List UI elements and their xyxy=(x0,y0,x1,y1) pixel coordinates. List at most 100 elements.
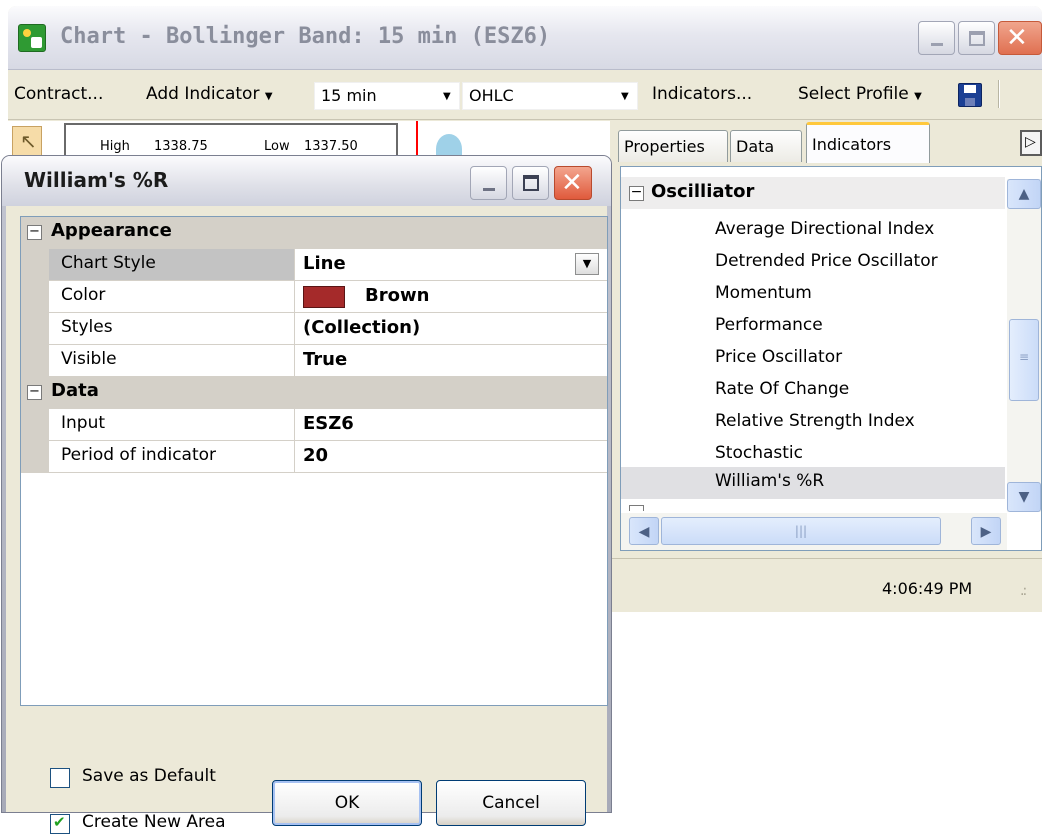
property-value[interactable]: 20 xyxy=(295,441,607,473)
tree-item-label: William's %R xyxy=(715,471,825,491)
grip-icon: ≡ xyxy=(1019,350,1030,364)
row-gutter xyxy=(21,441,49,473)
create-new-area-checkbox[interactable] xyxy=(50,813,70,834)
select-profile-label: Select Profile xyxy=(798,84,909,104)
color-swatch xyxy=(303,286,345,308)
tree-item[interactable]: Average Directional Index xyxy=(715,219,934,239)
tree-item[interactable]: Relative Strength Index xyxy=(715,411,915,431)
toolbar-separator xyxy=(998,80,1000,108)
dialog-body: − Appearance Chart Style Line ▼ Color Br… xyxy=(6,206,608,834)
save-as-default-checkbox[interactable] xyxy=(50,768,70,788)
collapse-icon[interactable]: − xyxy=(27,225,42,240)
tree-item[interactable]: Momentum xyxy=(715,283,812,303)
minimize-button[interactable] xyxy=(918,21,955,55)
add-indicator-button[interactable]: Add Indicator ▼ xyxy=(146,84,273,104)
close-button[interactable]: ✕ xyxy=(998,21,1042,55)
contract-button[interactable]: Contract... xyxy=(14,84,103,104)
tree-item-selected[interactable]: William's %R xyxy=(621,467,1005,499)
minimize-button[interactable] xyxy=(470,166,507,200)
play-icon: ▷ xyxy=(1025,134,1036,150)
chart-type-select[interactable]: OHLC ▼ xyxy=(462,82,638,110)
horizontal-scrollbar[interactable]: ◀ ||| ▶ xyxy=(621,513,1007,550)
ok-button[interactable]: OK xyxy=(272,780,422,826)
tab-data[interactable]: Data xyxy=(730,130,802,162)
scroll-left-button[interactable]: ◀ xyxy=(629,517,659,545)
interval-value: 15 min xyxy=(321,86,377,105)
tree-item[interactable]: Price Oscillator xyxy=(715,347,842,367)
property-name: Visible xyxy=(49,345,295,377)
category-label: Data xyxy=(51,380,99,401)
property-row-period[interactable]: Period of indicator 20 xyxy=(21,441,607,473)
low-label: Low xyxy=(264,139,290,154)
maximize-button[interactable] xyxy=(958,21,995,55)
tree-category-label: Oscilliator xyxy=(651,181,755,202)
chart-type-value: OHLC xyxy=(469,86,514,105)
cancel-button[interactable]: Cancel xyxy=(436,780,586,826)
property-value[interactable]: (Collection) xyxy=(295,313,607,345)
category-label: Appearance xyxy=(51,220,172,241)
property-row-styles[interactable]: Styles (Collection) xyxy=(21,313,607,345)
tree-item[interactable]: Performance xyxy=(715,315,823,335)
property-row-visible[interactable]: Visible True xyxy=(21,345,607,377)
status-bar: 4:06:49 PM .: xyxy=(610,558,1042,612)
save-as-default-label[interactable]: Save as Default xyxy=(82,766,216,786)
high-value: 1338.75 xyxy=(154,139,208,154)
tab-indicators[interactable]: Indicators xyxy=(806,122,930,163)
dropdown-arrow-icon: ▼ xyxy=(621,91,629,102)
tree-category[interactable]: − Oscilliator xyxy=(621,177,1005,209)
window-titlebar[interactable]: Chart - Bollinger Band: 15 min (ESZ6) ✕ xyxy=(8,6,1042,70)
minimize-icon xyxy=(483,188,495,191)
close-button[interactable]: ✕ xyxy=(554,166,592,200)
property-value: Line xyxy=(303,253,346,274)
indicator-tree: − Oscilliator Average Directional Index … xyxy=(620,166,1042,551)
toolbar: Contract... Add Indicator ▼ 15 min ▼ OHL… xyxy=(8,70,1042,120)
dropdown-arrow-icon: ▼ xyxy=(914,91,922,102)
property-name: Input xyxy=(49,409,295,441)
collapse-icon[interactable]: − xyxy=(629,185,644,201)
panel-tabs: Properties Data Indicators xyxy=(610,122,1042,164)
create-new-area-label[interactable]: Create New Area xyxy=(82,812,226,832)
property-row-color[interactable]: Color Brown xyxy=(21,281,607,313)
category-data[interactable]: − Data xyxy=(21,377,607,409)
tree-item[interactable]: Detrended Price Oscillator xyxy=(715,251,938,271)
scroll-thumb[interactable]: ||| xyxy=(661,517,941,545)
dropdown-arrow-icon: ▼ xyxy=(443,91,451,102)
collapse-icon[interactable] xyxy=(629,505,644,511)
property-name: Chart Style xyxy=(49,249,295,281)
category-appearance[interactable]: − Appearance xyxy=(21,217,607,249)
low-value: 1337.50 xyxy=(304,139,358,154)
resize-grip-icon[interactable]: .: xyxy=(1020,583,1027,599)
row-gutter xyxy=(21,313,49,345)
vertical-scrollbar[interactable]: ▲ ≡ ▼ xyxy=(1007,179,1041,512)
row-gutter xyxy=(21,281,49,313)
scroll-right-button[interactable]: ▶ xyxy=(971,517,1001,545)
tab-properties[interactable]: Properties xyxy=(618,130,728,162)
indicators-button[interactable]: Indicators... xyxy=(652,84,752,104)
maximize-icon xyxy=(523,175,539,191)
scroll-up-button[interactable]: ▲ xyxy=(1007,179,1041,209)
maximize-button[interactable] xyxy=(512,166,549,200)
property-value-chart-style[interactable]: Line ▼ xyxy=(295,249,607,281)
property-value-color[interactable]: Brown xyxy=(295,281,607,313)
property-value: Brown xyxy=(365,285,430,306)
dialog-title: William's %R xyxy=(24,168,169,192)
scroll-thumb[interactable]: ≡ xyxy=(1009,319,1039,401)
cursor-arrow-icon: ↖ xyxy=(20,129,37,153)
tree-item[interactable]: Rate Of Change xyxy=(715,379,849,399)
tree-item[interactable]: Stochastic xyxy=(715,443,803,463)
dialog-titlebar[interactable]: William's %R ✕ xyxy=(2,156,611,206)
pointer-tool[interactable]: ↖ xyxy=(12,126,42,156)
property-row-input[interactable]: Input ESZ6 xyxy=(21,409,607,441)
property-value[interactable]: ESZ6 xyxy=(295,409,607,441)
collapse-icon[interactable]: − xyxy=(27,385,42,400)
select-profile-button[interactable]: Select Profile ▼ xyxy=(798,84,922,104)
property-value[interactable]: True xyxy=(295,345,607,377)
close-icon: ✕ xyxy=(1006,23,1028,53)
interval-select[interactable]: 15 min ▼ xyxy=(314,82,460,110)
save-icon[interactable] xyxy=(958,83,982,107)
panel-toggle-button[interactable]: ▷ xyxy=(1020,130,1042,156)
chevron-down-icon[interactable]: ▼ xyxy=(575,253,599,275)
minimize-icon xyxy=(931,43,943,46)
scroll-down-button[interactable]: ▼ xyxy=(1007,482,1041,512)
property-row-chart-style[interactable]: Chart Style Line ▼ xyxy=(21,249,607,281)
